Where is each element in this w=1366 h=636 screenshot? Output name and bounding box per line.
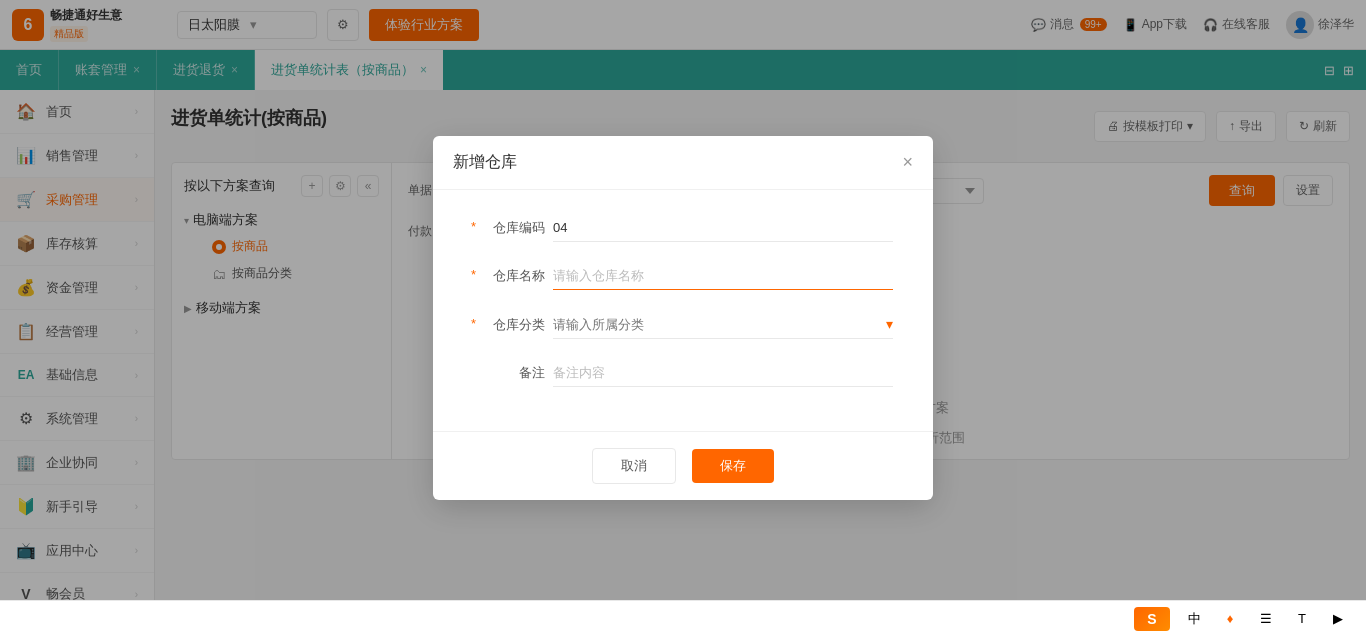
remark-input[interactable] [553, 359, 893, 387]
category-select-input[interactable] [553, 317, 886, 332]
category-label: 仓库分类 [473, 316, 553, 334]
warehouse-code-input[interactable] [553, 214, 893, 242]
name-label: 仓库名称 [473, 267, 553, 285]
text-icon[interactable]: T [1290, 607, 1314, 631]
bottom-bar: S 中 ♦ ☰ T ▶ [0, 600, 1366, 636]
dialog-title: 新增仓库 [453, 152, 517, 173]
dialog-footer: 取消 保存 [433, 431, 933, 500]
form-row-name: 仓库名称 [473, 262, 893, 290]
code-label: 仓库编码 [473, 219, 553, 237]
cancel-button[interactable]: 取消 [592, 448, 676, 484]
save-button[interactable]: 保存 [692, 449, 774, 483]
chinese-input-icon[interactable]: 中 [1182, 607, 1206, 631]
dialog-header: 新增仓库 × [433, 136, 933, 190]
add-warehouse-dialog: 新增仓库 × 仓库编码 仓库名称 仓库分类 ▾ [433, 136, 933, 500]
dialog-close-button[interactable]: × [902, 152, 913, 173]
category-select-wrapper[interactable]: ▾ [553, 310, 893, 339]
category-select-arrow-icon: ▾ [886, 316, 893, 332]
dialog-body: 仓库编码 仓库名称 仓库分类 ▾ 备注 [433, 190, 933, 431]
play-icon[interactable]: ▶ [1326, 607, 1350, 631]
menu-icon[interactable]: ☰ [1254, 607, 1278, 631]
modal-overlay[interactable]: 新增仓库 × 仓库编码 仓库名称 仓库分类 ▾ [0, 0, 1366, 636]
remark-label: 备注 [473, 364, 553, 382]
s-logo: S [1134, 607, 1170, 631]
form-row-code: 仓库编码 [473, 214, 893, 242]
form-row-category: 仓库分类 ▾ [473, 310, 893, 339]
form-row-remark: 备注 [473, 359, 893, 387]
warehouse-name-input[interactable] [553, 262, 893, 290]
dot-icon: ♦ [1218, 607, 1242, 631]
